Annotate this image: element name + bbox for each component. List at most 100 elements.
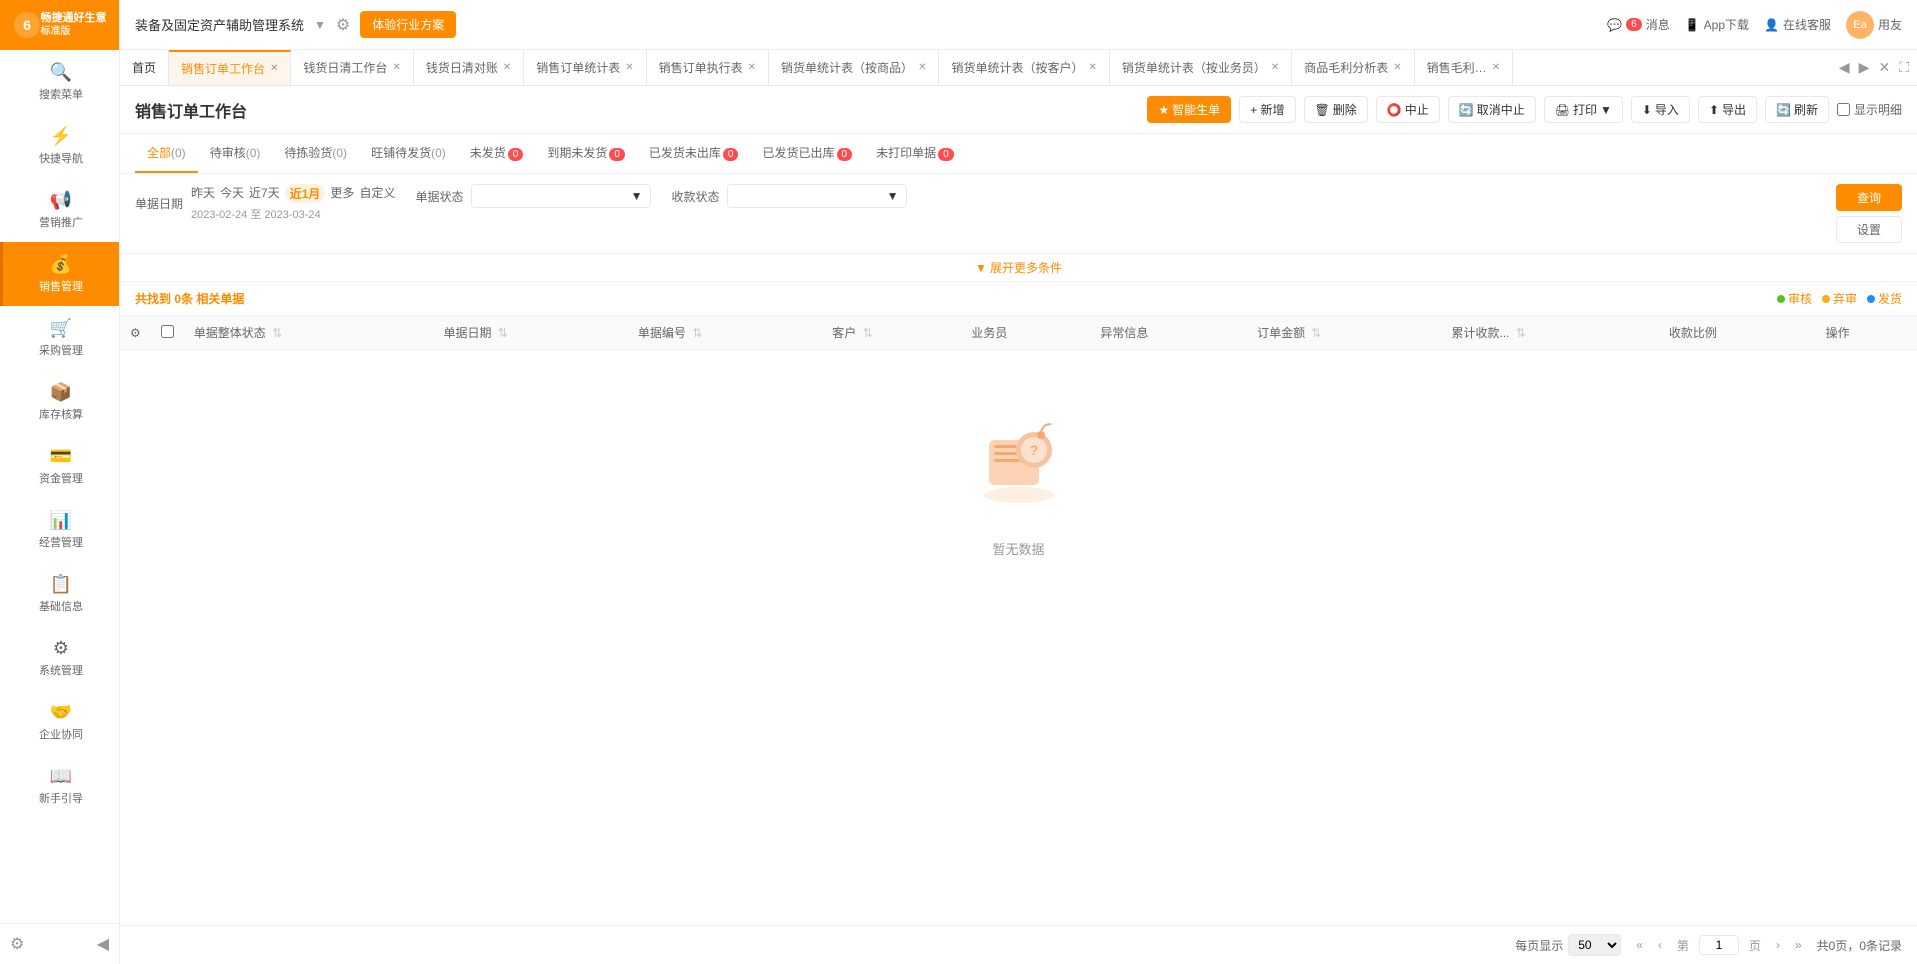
- online-service-action[interactable]: 👤 在线客服: [1764, 16, 1831, 33]
- settings-icon[interactable]: ⚙: [10, 934, 24, 954]
- set-btn[interactable]: 设置: [1836, 216, 1902, 243]
- shortcut-today[interactable]: 今天: [220, 184, 244, 203]
- ship-action[interactable]: 发货: [1867, 290, 1902, 307]
- payment-filter-select[interactable]: ▼: [727, 184, 907, 208]
- tabs-fullscreen-icon[interactable]: ⛶: [1896, 59, 1912, 76]
- sidebar-item-inventory[interactable]: 📦 库存核算: [0, 370, 119, 434]
- tab-home[interactable]: 首页: [120, 50, 169, 86]
- shortcut-more[interactable]: 更多: [330, 184, 354, 203]
- sidebar-item-corp[interactable]: 🤝 企业协同: [0, 690, 119, 754]
- tab-cash-daily[interactable]: 钱货日清工作台 ✕: [291, 50, 413, 86]
- tab-profit-analysis-close[interactable]: ✕: [1393, 62, 1401, 73]
- tab-goods-stats-product-close[interactable]: ✕: [918, 62, 926, 73]
- status-filter-select[interactable]: ▼: [471, 184, 651, 208]
- message-action[interactable]: 💬 6 消息: [1607, 16, 1670, 33]
- sidebar-item-purchase[interactable]: 🛒 采购管理: [0, 306, 119, 370]
- tab-sales-order-workbench-label: 销售订单工作台: [181, 60, 265, 77]
- page-prev-icon[interactable]: ‹: [1653, 936, 1667, 954]
- sort-received-icon[interactable]: ⇅: [1516, 326, 1526, 340]
- system-gear-icon[interactable]: ⚙: [336, 15, 350, 35]
- show-detail-input[interactable]: [1837, 103, 1850, 116]
- sub-tab-unprinted[interactable]: 未打印单据0: [864, 134, 966, 173]
- table-wrap: ⚙ 单据整体状态 ⇅ 单据日期 ⇅ 单据编号 ⇅ 客户 ⇅ 业务员 异常信息 订…: [120, 316, 1917, 925]
- sub-tab-shipped-not-out[interactable]: 已发货未出库0: [637, 134, 751, 173]
- sort-amount-icon[interactable]: ⇅: [1311, 326, 1321, 340]
- import-btn[interactable]: ⬇ 导入: [1631, 96, 1690, 123]
- show-detail-checkbox[interactable]: 显示明细: [1837, 101, 1902, 118]
- page-first-icon[interactable]: «: [1631, 936, 1648, 954]
- unapprove-action[interactable]: 弃审: [1822, 290, 1857, 307]
- sidebar-item-sales[interactable]: 💰 销售管理: [0, 242, 119, 306]
- collapse-icon[interactable]: ◀: [97, 934, 109, 954]
- tab-sales-stats-label: 销售订单统计表: [536, 59, 620, 76]
- tabs-prev-icon[interactable]: ◀: [1836, 59, 1853, 76]
- page-last-icon[interactable]: »: [1790, 936, 1807, 954]
- tab-cash-reconcile-close[interactable]: ✕: [503, 62, 511, 73]
- app-download-action[interactable]: 📱 App下载: [1685, 16, 1749, 33]
- shortcut-custom[interactable]: 自定义: [359, 184, 395, 203]
- shortcut-1month[interactable]: 近1月: [285, 184, 326, 203]
- export-btn[interactable]: ⬆ 导出: [1698, 96, 1757, 123]
- tab-goods-stats-customer[interactable]: 销货单统计表（按客户） ✕: [939, 50, 1109, 86]
- sidebar-item-basic[interactable]: 📋 基础信息: [0, 562, 119, 626]
- tab-sales-profit[interactable]: 销售毛利… ✕: [1415, 50, 1513, 86]
- tabs-close-all-icon[interactable]: ✕: [1875, 59, 1893, 76]
- sub-tab-wangpu-ship[interactable]: 旺铺待发货(0): [359, 134, 458, 173]
- cancel-stop-btn[interactable]: 🔄 取消中止: [1448, 96, 1536, 123]
- system-dropdown-icon[interactable]: ▼: [314, 18, 326, 32]
- sidebar-item-operation[interactable]: 📊 经营管理: [0, 498, 119, 562]
- page-input[interactable]: [1699, 935, 1739, 955]
- page-next-icon[interactable]: ›: [1771, 936, 1785, 954]
- sort-date-icon[interactable]: ⇅: [498, 326, 508, 340]
- main-content: 装备及固定资产辅助管理系统 ▼ ⚙ 体验行业方案 💬 6 消息 📱 App下载 …: [120, 0, 1917, 964]
- shortcut-7days[interactable]: 近7天: [249, 184, 280, 203]
- tab-sales-exec-close[interactable]: ✕: [748, 62, 756, 73]
- tab-goods-stats-salesperson[interactable]: 销货单统计表（按业务员） ✕: [1110, 50, 1292, 86]
- expand-conditions-btn[interactable]: ▼ 展开更多条件: [975, 259, 1062, 276]
- query-btn[interactable]: 查询: [1836, 184, 1902, 211]
- th-status: 单据整体状态 ⇅: [184, 316, 434, 350]
- delete-btn[interactable]: 🗑 删除: [1304, 96, 1368, 123]
- print-btn[interactable]: 🖨 打印 ▼: [1544, 96, 1623, 123]
- sort-customer-icon[interactable]: ⇅: [863, 326, 873, 340]
- refresh-btn[interactable]: 🔄 刷新: [1765, 96, 1829, 123]
- select-all-checkbox[interactable]: [161, 325, 174, 338]
- sidebar-item-search[interactable]: 🔍 搜索菜单: [0, 50, 119, 114]
- tab-sales-order-workbench-close[interactable]: ✕: [270, 63, 278, 74]
- tab-sales-stats[interactable]: 销售订单统计表 ✕: [524, 50, 646, 86]
- sidebar-item-guide[interactable]: 📖 新手引导: [0, 754, 119, 818]
- add-btn[interactable]: + 新增: [1239, 96, 1295, 123]
- tab-sales-order-workbench[interactable]: 销售订单工作台 ✕: [169, 50, 291, 86]
- tab-goods-stats-product[interactable]: 销货单统计表（按商品） ✕: [769, 50, 939, 86]
- tab-cash-daily-close[interactable]: ✕: [392, 62, 400, 73]
- industry-btn[interactable]: 体验行业方案: [360, 11, 456, 38]
- tab-sales-exec[interactable]: 销售订单执行表 ✕: [647, 50, 769, 86]
- tab-cash-reconcile[interactable]: 钱货日清对账 ✕: [414, 50, 524, 86]
- sub-tab-shipped-out[interactable]: 已发货已出库0: [750, 134, 864, 173]
- per-page-select[interactable]: 50 100 200: [1568, 934, 1621, 956]
- tab-goods-stats-salesperson-close[interactable]: ✕: [1271, 62, 1279, 73]
- sort-status-icon[interactable]: ⇅: [272, 326, 282, 340]
- th-checkbox[interactable]: [151, 316, 184, 350]
- sidebar-item-finance[interactable]: 💳 资金管理: [0, 434, 119, 498]
- sub-tab-overdue-unshipped[interactable]: 到期未发货0: [535, 134, 637, 173]
- sidebar-item-marketing[interactable]: 📢 营销推广: [0, 178, 119, 242]
- tab-profit-analysis[interactable]: 商品毛利分析表 ✕: [1292, 50, 1414, 86]
- shortcut-yesterday[interactable]: 昨天: [191, 184, 215, 203]
- user-action[interactable]: Ea 用友: [1846, 11, 1902, 39]
- tab-sales-profit-close[interactable]: ✕: [1492, 62, 1500, 73]
- sub-tab-pending-pick[interactable]: 待拣验货(0): [272, 134, 359, 173]
- sub-tab-unshipped[interactable]: 未发货0: [458, 134, 536, 173]
- sidebar-item-system[interactable]: ⚙ 系统管理: [0, 626, 119, 690]
- sub-tab-all[interactable]: 全部(0): [135, 134, 198, 173]
- sidebar-item-quick[interactable]: ⚡ 快捷导航: [0, 114, 119, 178]
- smart-create-btn[interactable]: ★ 智能生单: [1147, 96, 1231, 123]
- th-settings[interactable]: ⚙: [120, 316, 151, 350]
- stop-btn[interactable]: ⭕ 中止: [1376, 96, 1440, 123]
- approve-action[interactable]: 审核: [1777, 290, 1812, 307]
- tab-sales-stats-close[interactable]: ✕: [625, 62, 633, 73]
- tab-goods-stats-customer-close[interactable]: ✕: [1088, 62, 1096, 73]
- sort-number-icon[interactable]: ⇅: [692, 326, 702, 340]
- tabs-next-icon[interactable]: ▶: [1856, 59, 1873, 76]
- sub-tab-pending-review[interactable]: 待审核(0): [198, 134, 273, 173]
